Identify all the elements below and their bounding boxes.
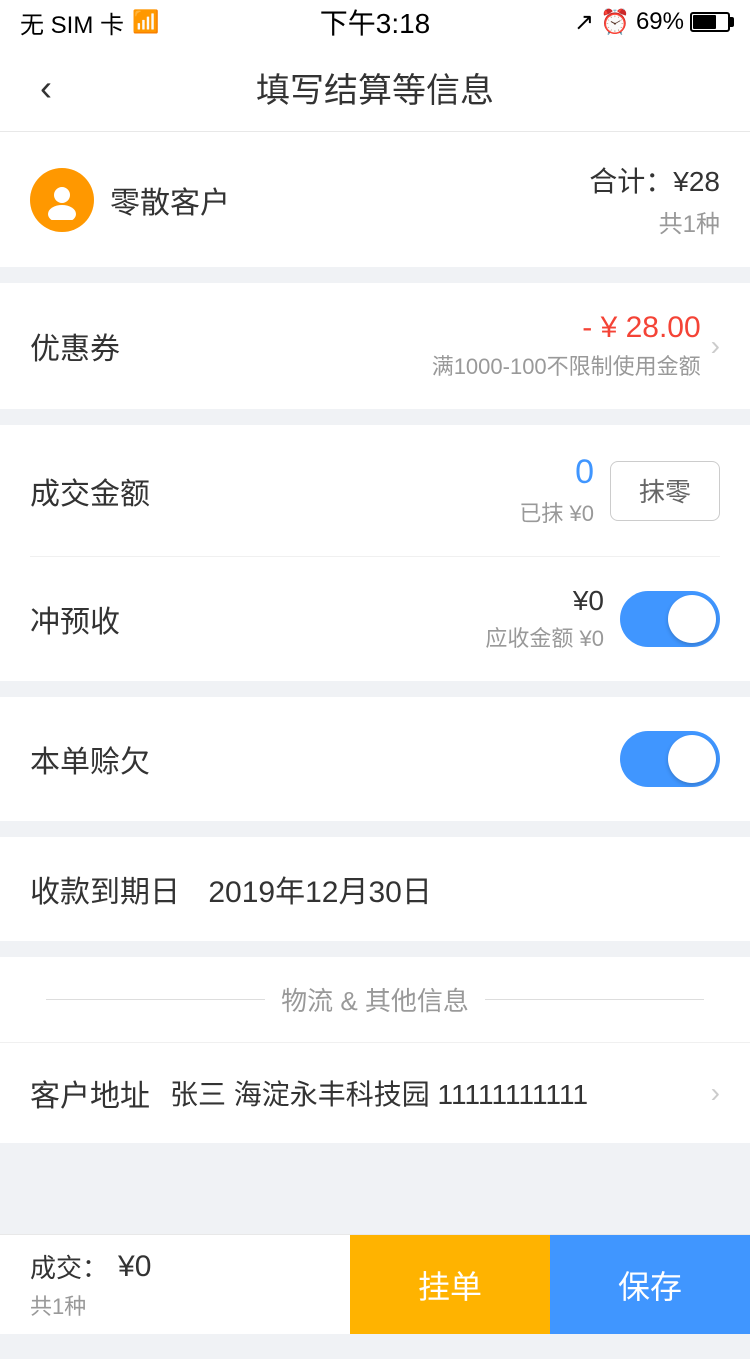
- logistics-title: 物流 & 其他信息: [281, 981, 469, 1018]
- logistics-header: 物流 & 其他信息: [0, 957, 750, 1043]
- prepay-row: 冲预收 ¥0 应收金额 ¥0: [0, 557, 750, 681]
- transaction-value[interactable]: 0: [575, 453, 594, 492]
- logistics-section: 物流 & 其他信息 客户地址 张三 海淀永丰科技园 11111111111 ›: [0, 957, 750, 1143]
- total-amount: 合计：¥28: [589, 160, 720, 200]
- transaction-row: 成交金额 0 已抹 ¥0 抹零: [0, 425, 750, 556]
- coupon-section[interactable]: 优惠券 - ¥ 28.00 满1000-100不限制使用金额 ›: [0, 283, 750, 409]
- prepay-amount: ¥0: [485, 585, 604, 617]
- bottom-summary-label: 成交：: [30, 1248, 108, 1285]
- transaction-section: 成交金额 0 已抹 ¥0 抹零 冲预收 ¥0 应收金额 ¥0: [0, 425, 750, 681]
- debt-row: 本单赊欠: [0, 697, 750, 821]
- debt-label: 本单赊欠: [30, 737, 150, 781]
- coupon-label: 优惠券: [30, 324, 120, 368]
- bottom-summary-count: 共1种: [30, 1289, 320, 1321]
- avatar: [30, 168, 94, 232]
- status-left: 无 SIM 卡 📶: [20, 5, 159, 40]
- coupon-discount: - ¥ 28.00: [432, 311, 701, 345]
- alarm-icon: ⏰: [600, 8, 630, 37]
- bottom-summary-top: 成交： ¥0: [30, 1248, 320, 1285]
- prepay-toggle[interactable]: [620, 591, 720, 647]
- wifi-icon: 📶: [132, 9, 159, 35]
- transaction-label: 成交金额: [30, 469, 150, 513]
- prepay-receivable: 应收金额 ¥0: [485, 621, 604, 653]
- round-zero-button[interactable]: 抹零: [610, 461, 720, 521]
- status-time: 下午3:18: [320, 2, 431, 42]
- due-date-label: 收款到期日: [30, 876, 180, 909]
- carrier-text: 无 SIM 卡: [20, 5, 124, 40]
- customer-name: 零散客户: [110, 178, 230, 222]
- customer-section: 零散客户 合计：¥28 共1种: [0, 132, 750, 267]
- hang-button[interactable]: 挂单: [350, 1235, 550, 1334]
- coupon-right: - ¥ 28.00 满1000-100不限制使用金额 ›: [432, 311, 720, 381]
- status-right: ↗ ⏰ 69%: [574, 8, 730, 37]
- due-date-section: 收款到期日 2019年12月30日: [0, 837, 750, 941]
- debt-section: 本单赊欠: [0, 697, 750, 821]
- customer-total: 合计：¥28 共1种: [589, 160, 720, 239]
- debt-toggle-knob: [668, 735, 716, 783]
- address-chevron-icon: ›: [711, 1077, 720, 1109]
- nav-bar: ‹ 填写结算等信息: [0, 44, 750, 132]
- prepay-right: ¥0 应收金额 ¥0: [485, 585, 720, 653]
- transaction-right: 0 已抹 ¥0 抹零: [519, 453, 720, 528]
- status-bar: 无 SIM 卡 📶 下午3:18 ↗ ⏰ 69%: [0, 0, 750, 44]
- toggle-knob: [668, 595, 716, 643]
- prepay-label: 冲预收: [30, 597, 120, 641]
- coupon-info: - ¥ 28.00 满1000-100不限制使用金额: [432, 311, 701, 381]
- save-button[interactable]: 保存: [550, 1235, 750, 1334]
- bottom-summary-amount: ¥0: [118, 1250, 151, 1284]
- page-title: 填写结算等信息: [256, 63, 494, 112]
- bottom-summary: 成交： ¥0 共1种: [0, 1235, 350, 1334]
- coupon-description: 满1000-100不限制使用金额: [432, 349, 701, 381]
- chevron-right-icon: ›: [711, 330, 720, 362]
- battery-percent: 69%: [636, 8, 684, 36]
- address-value: 张三 海淀永丰科技园 11111111111: [170, 1073, 711, 1113]
- address-label: 客户地址: [30, 1071, 150, 1115]
- address-row[interactable]: 客户地址 张三 海淀永丰科技园 11111111111 ›: [0, 1043, 750, 1143]
- customer-left: 零散客户: [30, 168, 230, 232]
- location-icon: ↗: [574, 8, 594, 37]
- due-date-value: 2019年12月30日: [208, 876, 431, 909]
- prepay-amounts: ¥0 应收金额 ¥0: [485, 585, 604, 653]
- transaction-sub: 已抹 ¥0: [519, 496, 594, 528]
- bottom-bar: 成交： ¥0 共1种 挂单 保存: [0, 1234, 750, 1334]
- battery-icon: [690, 12, 730, 32]
- total-count: 共1种: [589, 204, 720, 239]
- debt-toggle[interactable]: [620, 731, 720, 787]
- amount-wrapper: 0 已抹 ¥0: [519, 453, 594, 528]
- back-button[interactable]: ‹: [30, 57, 62, 119]
